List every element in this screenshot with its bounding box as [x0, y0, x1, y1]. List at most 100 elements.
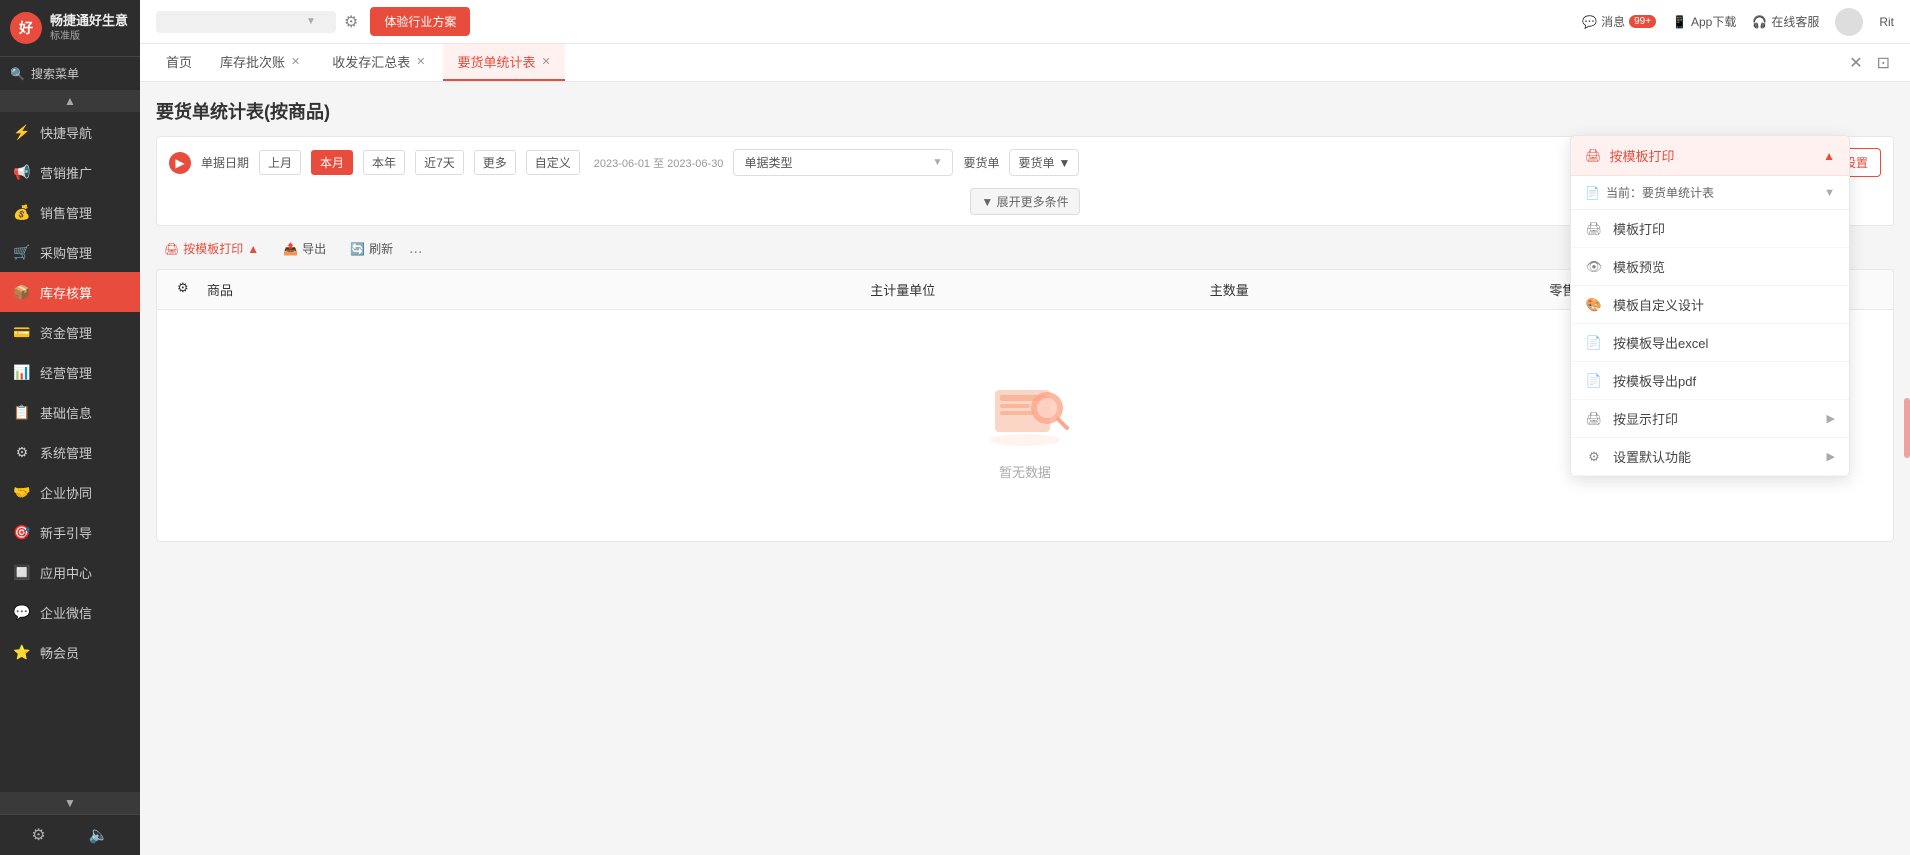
sidebar-item-wechat[interactable]: 💬 企业微信 — [0, 592, 140, 632]
nav-search-input[interactable] — [166, 15, 306, 29]
search-type-select[interactable]: 要货单 ▼ — [1009, 149, 1079, 176]
tab-close-batch[interactable]: ✕ — [291, 55, 300, 68]
date-btn-this-month[interactable]: 本月 — [311, 150, 353, 175]
display-print-item[interactable]: 🖨 按显示打印 ▶ — [1571, 400, 1849, 438]
logo-icon: 好 — [10, 12, 42, 44]
date-btn-more[interactable]: 更多 — [474, 150, 516, 175]
message-action[interactable]: 💬 消息 99+ — [1582, 13, 1656, 30]
tab-order-stats[interactable]: 要货单统计表 ✕ — [443, 44, 564, 81]
message-icon: 💬 — [1582, 15, 1597, 29]
marketing-icon: 📢 — [12, 162, 32, 182]
type-select-arrow: ▼ — [933, 157, 943, 168]
scroll-indicator[interactable] — [1904, 398, 1910, 458]
header-left: ▼ ⚙ 体验行业方案 — [156, 7, 1582, 36]
type-select[interactable]: 单据类型 ▼ — [733, 149, 953, 176]
sidebar-item-appstore[interactable]: 🔲 应用中心 — [0, 552, 140, 592]
online-service-action[interactable]: 🎧 在线客服 — [1752, 13, 1819, 30]
sidebar-item-system[interactable]: ⚙ 系统管理 — [0, 432, 140, 472]
tabs-right: ✕ ⊡ — [1845, 51, 1894, 75]
search-menu[interactable]: 🔍 搜索菜单 — [0, 57, 140, 90]
breadcrumb-input[interactable]: ▼ — [156, 11, 336, 33]
display-print-arrow: ▶ — [1827, 412, 1835, 425]
username: Rit — [1879, 15, 1894, 29]
message-badge: 99+ — [1629, 15, 1656, 28]
current-template-item[interactable]: 📄 当前：要货单统计表 ▼ — [1571, 176, 1849, 210]
tab-home[interactable]: 首页 — [156, 44, 202, 81]
more-actions-btn[interactable]: ... — [409, 240, 422, 258]
wechat-icon: 💬 — [12, 602, 32, 622]
tab-receipt-summary[interactable]: 收发存汇总表 ✕ — [318, 44, 439, 81]
sidebar: 好 畅捷通好生意 标准版 🔍 搜索菜单 ▲ ⚡ 快捷导航 📢 营销推广 💰 销售… — [0, 0, 140, 855]
default-func-item[interactable]: ⚙ 设置默认功能 ▶ — [1571, 438, 1849, 476]
tab-close-order[interactable]: ✕ — [542, 55, 551, 68]
dropdown-print-icon: 🖨 — [1585, 148, 1602, 164]
th-qty: 主数量 — [1202, 280, 1542, 299]
trial-button[interactable]: 体验行业方案 — [370, 7, 470, 36]
filter-toggle-btn[interactable]: ▶ — [169, 152, 191, 174]
tab-batch-account[interactable]: 库存批次账 ✕ — [206, 44, 314, 81]
collab-icon: 🤝 — [12, 482, 32, 502]
th-unit: 主计量单位 — [862, 280, 1202, 299]
tab-close-receipt[interactable]: ✕ — [416, 55, 425, 68]
sidebar-item-purchase[interactable]: 🛒 采购管理 — [0, 232, 140, 272]
basic-icon: 📋 — [12, 402, 32, 422]
query-type-label: 要货单 — [963, 154, 999, 171]
date-btn-custom[interactable]: 自定义 — [526, 150, 580, 175]
template-print-item[interactable]: 🖨 模板打印 — [1571, 210, 1849, 248]
sidebar-item-inventory[interactable]: 📦 库存核算 — [0, 272, 140, 312]
sidebar-item-finance[interactable]: 💳 资金管理 — [0, 312, 140, 352]
sidebar-item-sales[interactable]: 💰 销售管理 — [0, 192, 140, 232]
page-title: 要货单统计表(按商品) — [156, 98, 1894, 124]
member-icon: ⭐ — [12, 642, 32, 662]
service-icon: 🎧 — [1752, 15, 1767, 29]
dropdown-icon: ▼ — [306, 16, 316, 27]
finance-icon: 💳 — [12, 322, 32, 342]
tab-close-window-btn[interactable]: ✕ — [1845, 51, 1866, 75]
expand-more-btn[interactable]: ▼ 展开更多条件 — [970, 188, 1079, 215]
search-icon: 🔍 — [10, 67, 25, 81]
dropdown-collapse-icon[interactable]: ▲ — [1823, 149, 1835, 163]
dropdown-header-left: 🖨 按模板打印 — [1585, 146, 1675, 165]
sidebar-item-marketing[interactable]: 📢 营销推广 — [0, 152, 140, 192]
app-download-action[interactable]: 📱 App下载 — [1672, 13, 1736, 30]
type-label: 单据类型 — [744, 154, 792, 171]
sidebar-nav: ⚡ 快捷导航 📢 营销推广 💰 销售管理 🛒 采购管理 📦 库存核算 💳 资金管… — [0, 112, 140, 792]
date-btn-7days[interactable]: 近7天 — [415, 150, 464, 175]
sound-icon[interactable]: 🔈 — [89, 825, 109, 845]
template-design-item[interactable]: 🎨 模板自定义设计 — [1571, 286, 1849, 324]
export-btn[interactable]: 📤 导出 — [275, 236, 334, 261]
appstore-icon: 🔲 — [12, 562, 32, 582]
refresh-btn[interactable]: 🔄 刷新 — [342, 236, 401, 261]
sidebar-item-member[interactable]: ⭐ 畅会员 — [0, 632, 140, 672]
dropdown-header[interactable]: 🖨 按模板打印 ▲ — [1571, 136, 1849, 176]
template-export-pdf-item[interactable]: 📄 按模板导出pdf — [1571, 362, 1849, 400]
export-icon: 📤 — [283, 242, 298, 256]
print-dropdown: 🖨 按模板打印 ▲ 📄 当前：要货单统计表 ▼ 🖨 模板打印 👁 模板预览 🎨 … — [1570, 135, 1850, 477]
header-right: 💬 消息 99+ 📱 App下载 🎧 在线客服 Rit — [1582, 8, 1894, 36]
sidebar-item-quick-nav[interactable]: ⚡ 快捷导航 — [0, 112, 140, 152]
template-export-excel-item[interactable]: 📄 按模板导出excel — [1571, 324, 1849, 362]
refresh-icon: 🔄 — [350, 242, 365, 256]
date-btn-prev-month[interactable]: 上月 — [259, 150, 301, 175]
current-arrow: ▼ — [1824, 187, 1835, 199]
template-preview-item[interactable]: 👁 模板预览 — [1571, 248, 1849, 286]
gear-icon[interactable]: ⚙ — [344, 12, 358, 32]
guide-icon: 🎯 — [12, 522, 32, 542]
settings-icon[interactable]: ⚙ — [31, 825, 45, 845]
scroll-down-btn[interactable]: ▼ — [0, 792, 140, 814]
sidebar-item-collab[interactable]: 🤝 企业协同 — [0, 472, 140, 512]
sidebar-item-basic[interactable]: 📋 基础信息 — [0, 392, 140, 432]
sidebar-item-operations[interactable]: 📊 经营管理 — [0, 352, 140, 392]
sidebar-item-guide[interactable]: 🎯 新手引导 — [0, 512, 140, 552]
empty-icon — [975, 370, 1075, 450]
printer-icon: 🖨 — [164, 242, 179, 256]
th-settings[interactable]: ⚙ — [169, 280, 199, 299]
system-icon: ⚙ — [12, 442, 32, 462]
scroll-up-btn[interactable]: ▲ — [0, 90, 140, 112]
date-btn-this-year[interactable]: 本年 — [363, 150, 405, 175]
avatar[interactable] — [1835, 8, 1863, 36]
sidebar-bottom: ⚙ 🔈 — [0, 814, 140, 855]
print-btn[interactable]: 🖨 按模板打印 ▲ — [156, 236, 267, 261]
th-goods: 商品 — [199, 280, 862, 299]
tab-maximize-btn[interactable]: ⊡ — [1873, 51, 1894, 75]
